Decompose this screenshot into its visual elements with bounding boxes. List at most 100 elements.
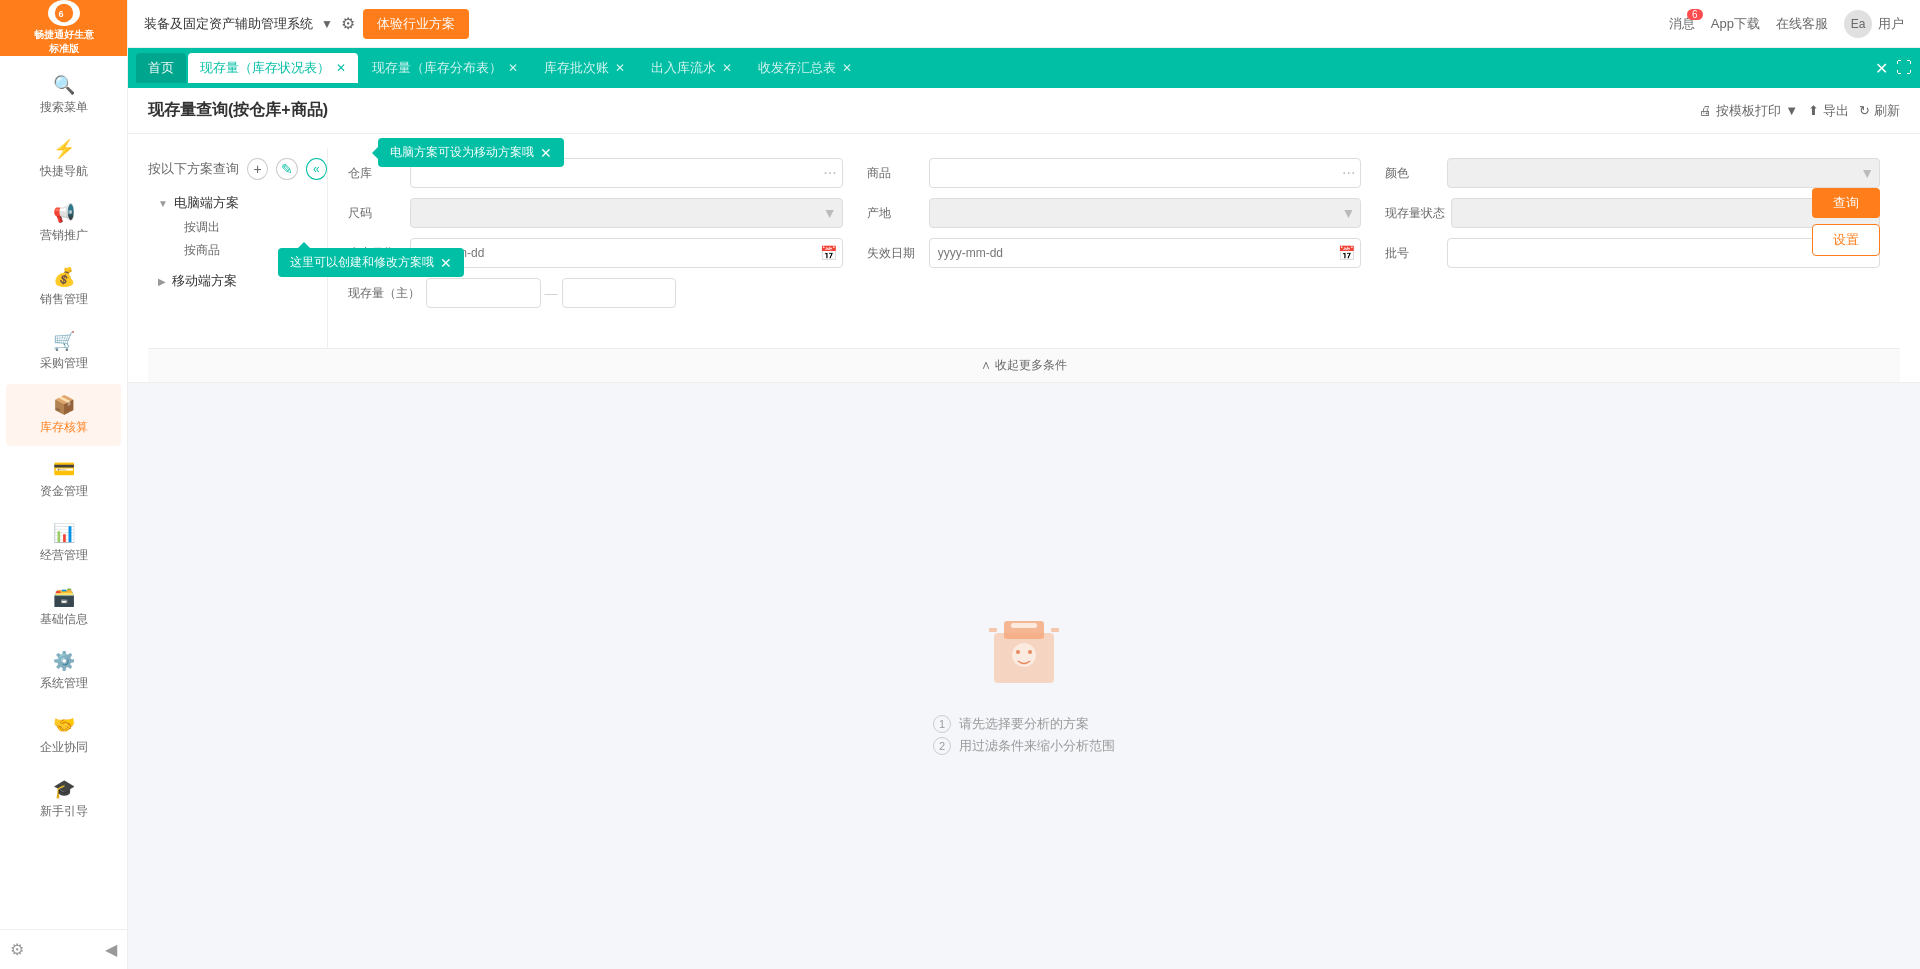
scheme-edit-btn[interactable]: ✎ (276, 158, 297, 180)
sidebar-item-label: 企业协同 (40, 739, 88, 756)
svg-point-6 (1016, 650, 1020, 654)
filter-panel: 按以下方案查询 + ✎ « ▼ 电脑端方案 按调出 (128, 134, 1920, 383)
sidebar-item-basic[interactable]: 🗃️ 基础信息 (6, 576, 121, 638)
warehouse-dots-icon[interactable]: ··· (823, 164, 836, 182)
main-area: 装备及固定资产辅助管理系统 ▼ ⚙ 体验行业方案 消息 6 App下载 在线客服… (128, 0, 1920, 969)
industry-btn[interactable]: 体验行业方案 (363, 9, 469, 39)
step1-num: 1 (933, 715, 951, 733)
stock-qty-wrap: — (426, 278, 676, 308)
sidebar-item-enterprise[interactable]: 🤝 企业协同 (6, 704, 121, 766)
system-dropdown-btn[interactable]: ▼ (321, 17, 333, 31)
search-btn[interactable]: 查询 (1812, 188, 1880, 218)
sidebar-item-finance[interactable]: 💳 资金管理 (6, 448, 121, 510)
scheme-add-btn[interactable]: + (247, 158, 268, 180)
stock-qty-max[interactable] (562, 278, 677, 308)
refresh-btn[interactable]: ↻ 刷新 (1859, 102, 1900, 120)
sidebar-item-label: 资金管理 (40, 483, 88, 500)
user-menu[interactable]: Ea 用户 (1844, 10, 1904, 38)
sidebar-item-label: 销售管理 (40, 291, 88, 308)
filter-stock-status: 现存量状态 ▼ (1385, 198, 1880, 228)
size-select[interactable] (410, 198, 843, 228)
tab-label: 现存量（库存分布表） (372, 59, 502, 77)
scheme-row: 按以下方案查询 + ✎ « (148, 158, 327, 180)
sidebar-item-label: 新手引导 (40, 803, 88, 820)
produce-date-input[interactable] (410, 238, 843, 268)
set-btn[interactable]: 设置 (1812, 224, 1880, 256)
tab-close-all-btn[interactable]: ✕ (1875, 59, 1888, 78)
export-btn[interactable]: ⬆ 导出 (1808, 102, 1849, 120)
tooltip-scheme: 这里可以创建和修改方案哦 ✕ (278, 248, 464, 277)
tooltip-scheme-text: 这里可以创建和修改方案哦 (290, 254, 434, 271)
tab-close-btn[interactable]: ✕ (842, 61, 852, 75)
message-btn[interactable]: 消息 6 (1669, 15, 1695, 33)
expand-icon: ▶ (158, 276, 166, 287)
sidebar-item-search[interactable]: 🔍 搜索菜单 (6, 64, 121, 126)
tab-home[interactable]: 首页 (136, 53, 186, 83)
expire-date-input[interactable] (929, 238, 1362, 268)
tab-label: 库存批次账 (544, 59, 609, 77)
tab-fullscreen-btn[interactable]: ⛶ (1896, 59, 1912, 77)
page-actions: 🖨 按模板打印 ▼ ⬆ 导出 ↻ 刷新 (1699, 102, 1900, 120)
print-icon: 🖨 (1699, 103, 1712, 118)
online-support-btn[interactable]: 在线客服 (1776, 15, 1828, 33)
sidebar-item-marketing[interactable]: 📢 营销推广 (6, 192, 121, 254)
sales-icon: 💰 (53, 266, 75, 288)
svg-rect-8 (989, 628, 997, 632)
produce-date-calendar-icon[interactable]: 📅 (820, 245, 837, 261)
tab-inout-flow[interactable]: 出入库流水 ✕ (639, 53, 744, 83)
svg-point-0 (54, 4, 72, 22)
search-nav-icon: 🔍 (53, 74, 75, 96)
sidebar-settings-btn[interactable]: ⚙ (10, 940, 24, 959)
page-title: 现存量查询(按仓库+商品) (148, 100, 328, 121)
sidebar-item-system[interactable]: ⚙️ 系统管理 (6, 640, 121, 702)
sidebar-item-inventory[interactable]: 📦 库存核算 (6, 384, 121, 446)
sidebar-item-guide[interactable]: 🎓 新手引导 (6, 768, 121, 830)
tab-close-btn[interactable]: ✕ (336, 61, 346, 75)
origin-dropdown-icon: ▼ (1341, 205, 1355, 221)
scheme-child-label: 按商品 (184, 242, 220, 259)
sidebar: 6 畅捷通好生意 标准版 🔍 搜索菜单 ⚡ 快捷导航 📢 营销推广 💰 销售管理… (0, 0, 128, 969)
sidebar-collapse-btn[interactable]: ◀ (105, 940, 117, 959)
tab-summary[interactable]: 收发存汇总表 ✕ (746, 53, 864, 83)
tab-inventory-status[interactable]: 现存量（库存状况表） ✕ (188, 53, 358, 83)
print-btn[interactable]: 🖨 按模板打印 ▼ (1699, 102, 1798, 120)
tab-inventory-distribution[interactable]: 现存量（库存分布表） ✕ (360, 53, 530, 83)
tab-home-label: 首页 (148, 59, 174, 77)
size-dropdown-icon: ▼ (823, 205, 837, 221)
scheme-computer-label: 电脑端方案 (174, 194, 239, 212)
tab-close-btn[interactable]: ✕ (722, 61, 732, 75)
export-icon: ⬆ (1808, 103, 1819, 118)
stock-qty-min[interactable] (426, 278, 541, 308)
sidebar-item-operations[interactable]: 📊 经营管理 (6, 512, 121, 574)
size-input-wrap: ▼ (410, 198, 843, 228)
tab-close-btn[interactable]: ✕ (615, 61, 625, 75)
product-dots-icon[interactable]: ··· (1342, 164, 1355, 182)
sidebar-item-label: 营销推广 (40, 227, 88, 244)
sidebar-item-label: 经营管理 (40, 547, 88, 564)
sidebar-item-quicknav[interactable]: ⚡ 快捷导航 (6, 128, 121, 190)
sidebar-item-sales[interactable]: 💰 销售管理 (6, 256, 121, 318)
collapse-row[interactable]: ∧ 收起更多条件 (148, 348, 1900, 382)
scheme-computer[interactable]: ▼ 电脑端方案 (158, 190, 327, 216)
tab-close-btn[interactable]: ✕ (508, 61, 518, 75)
app-download-btn[interactable]: App下载 (1711, 15, 1760, 33)
settings-btn[interactable]: ⚙ (341, 14, 355, 33)
origin-select[interactable] (929, 198, 1362, 228)
batch-label: 批号 (1385, 245, 1441, 262)
svg-rect-4 (1011, 623, 1037, 628)
tooltip-computer-close[interactable]: ✕ (540, 146, 552, 160)
step2-text: 用过滤条件来缩小分析范围 (959, 737, 1115, 755)
product-input[interactable] (929, 158, 1362, 188)
tooltip-scheme-close[interactable]: ✕ (440, 256, 452, 270)
app-logo: 6 畅捷通好生意 标准版 (0, 0, 127, 56)
produce-date-wrap: 📅 (410, 238, 843, 268)
sidebar-item-label: 搜索菜单 (40, 99, 88, 116)
tab-batch-account[interactable]: 库存批次账 ✕ (532, 53, 637, 83)
sidebar-item-purchase[interactable]: 🛒 采购管理 (6, 320, 121, 382)
app-name: 畅捷通好生意 (34, 28, 94, 42)
topbar-left: 装备及固定资产辅助管理系统 ▼ ⚙ 体验行业方案 (144, 9, 469, 39)
scheme-arrow-btn[interactable]: « (306, 158, 327, 180)
expire-date-calendar-icon[interactable]: 📅 (1338, 245, 1355, 261)
enterprise-icon: 🤝 (53, 714, 75, 736)
color-select[interactable] (1447, 158, 1880, 188)
